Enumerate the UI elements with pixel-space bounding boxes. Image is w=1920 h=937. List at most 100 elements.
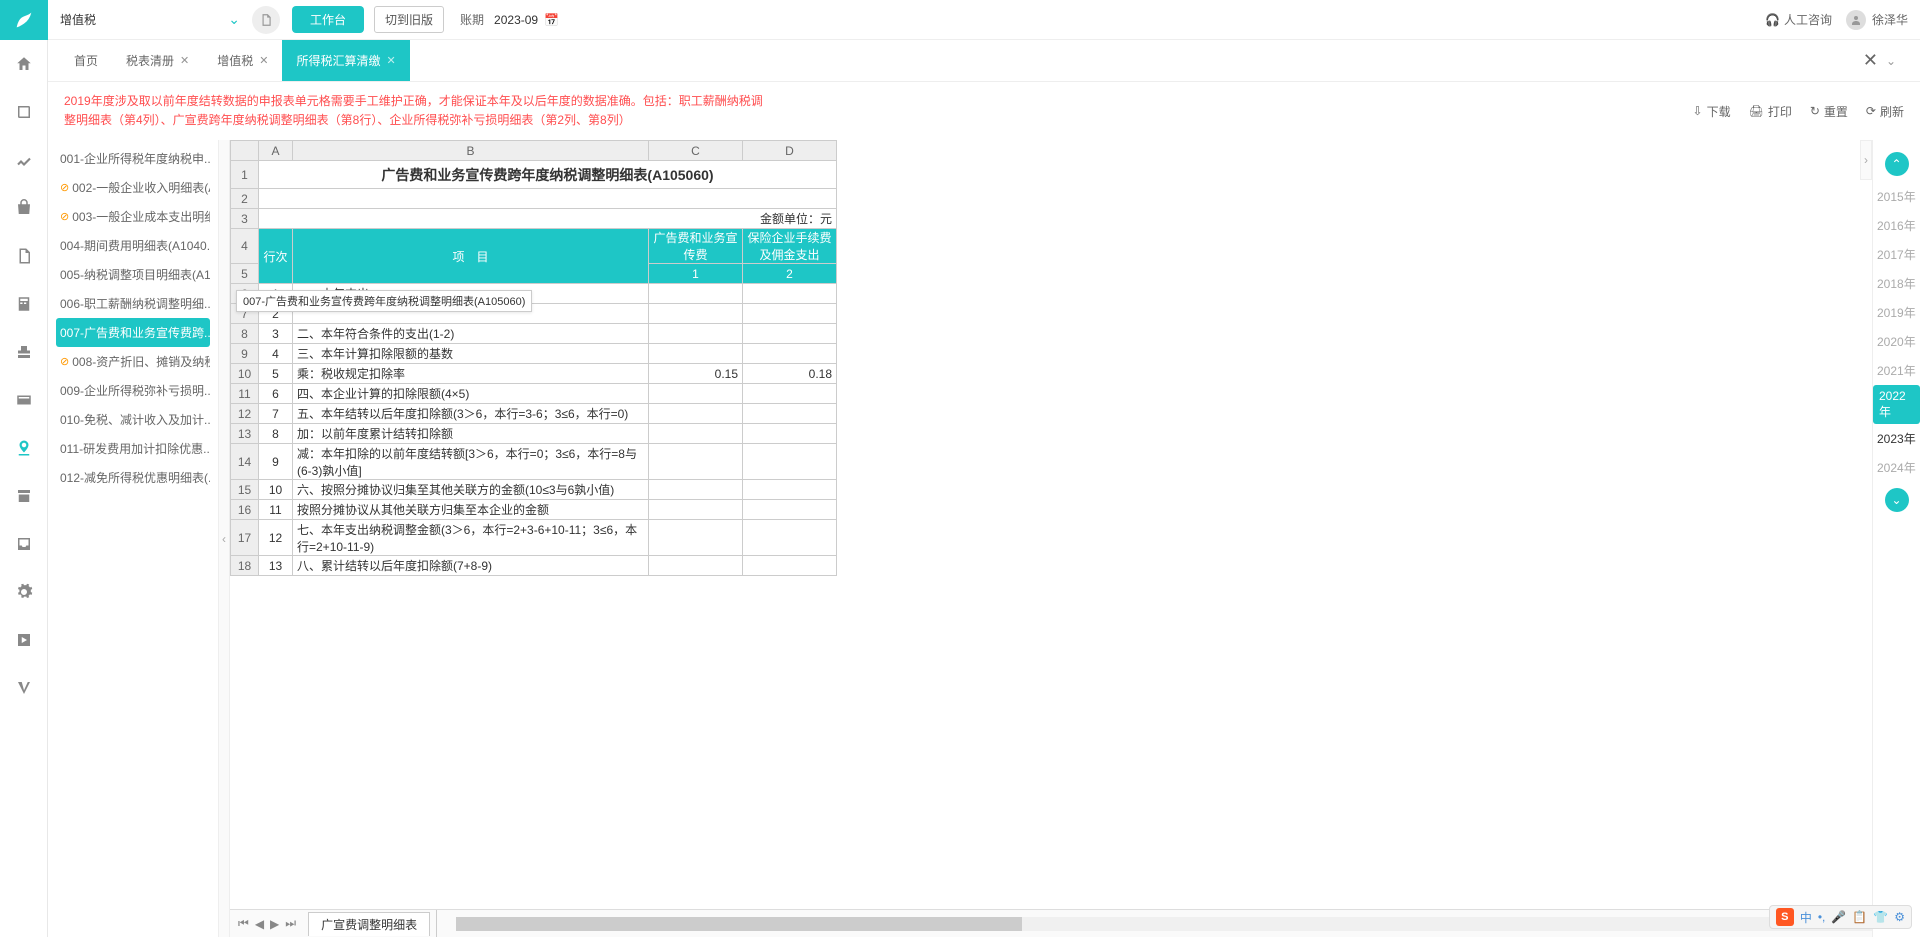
cell[interactable]: 3: [259, 324, 293, 344]
user-menu[interactable]: 徐泽华: [1846, 10, 1908, 30]
cell[interactable]: 0.18: [743, 364, 837, 384]
cell[interactable]: [649, 500, 743, 520]
row-header[interactable]: 1: [231, 161, 259, 189]
download-button[interactable]: ⇩下载: [1693, 103, 1731, 120]
more-tabs-icon[interactable]: ⌄: [1886, 54, 1896, 68]
ime-voice-icon[interactable]: 🎤: [1831, 910, 1846, 924]
ime-clipboard-icon[interactable]: 📋: [1852, 910, 1867, 924]
cell[interactable]: 5: [259, 364, 293, 384]
cell[interactable]: 二、本年符合条件的支出(1-2): [293, 324, 649, 344]
sheet-tab[interactable]: 广宣费调整明细表: [308, 912, 430, 936]
cell[interactable]: [649, 480, 743, 500]
page-tab[interactable]: 首页: [60, 40, 112, 81]
cell[interactable]: [743, 424, 837, 444]
year-item[interactable]: 2020年: [1873, 327, 1920, 356]
cell[interactable]: 10: [259, 480, 293, 500]
cell[interactable]: 4: [259, 344, 293, 364]
cell[interactable]: [649, 556, 743, 576]
report-list-item[interactable]: ⊘003-一般企业成本支出明细...: [56, 202, 210, 231]
row-header[interactable]: 14: [231, 444, 259, 480]
col-header-a[interactable]: A: [259, 141, 293, 161]
page-tab[interactable]: 所得税汇算清缴✕: [282, 40, 409, 81]
cell[interactable]: 六、按照分摊协议归集至其他关联方的金额(10≤3与6孰小值): [293, 480, 649, 500]
nav-bag-icon[interactable]: [0, 184, 48, 232]
nav-book-icon[interactable]: [0, 88, 48, 136]
row-header[interactable]: 2: [231, 189, 259, 209]
print-button[interactable]: 🖨打印: [1749, 103, 1792, 120]
year-down-button[interactable]: ⌄: [1885, 488, 1909, 512]
help-link[interactable]: 🎧 人工咨询: [1765, 11, 1832, 28]
cell[interactable]: [743, 404, 837, 424]
nav-play-icon[interactable]: [0, 616, 48, 664]
row-header[interactable]: 3: [231, 209, 259, 229]
year-item[interactable]: 2024年: [1873, 453, 1920, 482]
report-list-item[interactable]: 004-期间费用明细表(A1040...: [56, 231, 210, 260]
cell[interactable]: 0.15: [649, 364, 743, 384]
spreadsheet-grid[interactable]: A B C D 1 广告费和业务宣传费跨年度纳税调整明细表(A105060) 2: [230, 140, 837, 576]
row-header[interactable]: 9: [231, 344, 259, 364]
col-header-b[interactable]: B: [293, 141, 649, 161]
cell[interactable]: [649, 424, 743, 444]
nav-gear-icon[interactable]: [0, 568, 48, 616]
close-icon[interactable]: ✕: [180, 54, 189, 67]
nav-chart-icon[interactable]: [0, 136, 48, 184]
col-header-c[interactable]: C: [649, 141, 743, 161]
cell[interactable]: [743, 520, 837, 556]
ime-lang[interactable]: 中: [1800, 909, 1812, 926]
report-list-item[interactable]: ⊘008-资产折旧、摊销及纳税...: [56, 347, 210, 376]
company-selector[interactable]: 增值税 ⌄: [60, 11, 240, 28]
cell[interactable]: 三、本年计算扣除限额的基数: [293, 344, 649, 364]
ime-punct[interactable]: •,: [1818, 910, 1826, 924]
row-header[interactable]: 13: [231, 424, 259, 444]
cell[interactable]: 加：以前年度累计结转扣除额: [293, 424, 649, 444]
cell[interactable]: [649, 344, 743, 364]
cell[interactable]: [743, 304, 837, 324]
corner-cell[interactable]: [231, 141, 259, 161]
cell[interactable]: [649, 404, 743, 424]
row-header[interactable]: 17: [231, 520, 259, 556]
nav-tax-icon[interactable]: [0, 424, 48, 472]
cell[interactable]: [743, 444, 837, 480]
report-list-item[interactable]: 009-企业所得税弥补亏损明...: [56, 376, 210, 405]
report-list-item[interactable]: 006-职工薪酬纳税调整明细...: [56, 289, 210, 318]
expand-right-handle[interactable]: ›: [1860, 140, 1872, 180]
header-col-d-num[interactable]: 2: [743, 264, 837, 284]
cell[interactable]: 乘：税收规定扣除率: [293, 364, 649, 384]
cell[interactable]: 四、本企业计算的扣除限额(4×5): [293, 384, 649, 404]
header-rownum[interactable]: 行次: [259, 229, 293, 284]
app-logo[interactable]: [0, 0, 48, 40]
cell[interactable]: [743, 480, 837, 500]
page-tab[interactable]: 增值税✕: [203, 40, 282, 81]
cell[interactable]: [649, 284, 743, 304]
close-icon[interactable]: ✕: [259, 54, 268, 67]
row-header[interactable]: 10: [231, 364, 259, 384]
ime-settings-icon[interactable]: ⚙: [1894, 910, 1905, 924]
collapse-left-handle[interactable]: ‹: [218, 140, 230, 937]
page-tab[interactable]: 税表清册✕: [112, 40, 203, 81]
sheet-split-handle[interactable]: [436, 910, 446, 937]
nav-inbox-icon[interactable]: [0, 520, 48, 568]
cell[interactable]: 9: [259, 444, 293, 480]
year-item[interactable]: 2016年: [1873, 211, 1920, 240]
row-header[interactable]: 12: [231, 404, 259, 424]
row-header[interactable]: 18: [231, 556, 259, 576]
row-header[interactable]: 15: [231, 480, 259, 500]
report-list-item[interactable]: 010-免税、减计收入及加计...: [56, 405, 210, 434]
year-item[interactable]: 2021年: [1873, 356, 1920, 385]
nav-home-icon[interactable]: [0, 40, 48, 88]
horizontal-scrollbar[interactable]: [456, 917, 1872, 931]
cell[interactable]: [649, 384, 743, 404]
sheet-title[interactable]: 广告费和业务宣传费跨年度纳税调整明细表(A105060): [259, 161, 837, 189]
report-list-item[interactable]: 001-企业所得税年度纳税申...: [56, 144, 210, 173]
col-header-d[interactable]: D: [743, 141, 837, 161]
cell[interactable]: [649, 444, 743, 480]
nav-stamp-icon[interactable]: [0, 328, 48, 376]
cell[interactable]: 12: [259, 520, 293, 556]
report-list-item[interactable]: 012-减免所得税优惠明细表(...: [56, 463, 210, 492]
cell[interactable]: [649, 324, 743, 344]
nav-archive-icon[interactable]: [0, 472, 48, 520]
year-item[interactable]: 2023年: [1873, 424, 1920, 453]
sheet-nav-first[interactable]: ⏮: [238, 916, 249, 931]
cell[interactable]: 7: [259, 404, 293, 424]
cell[interactable]: 6: [259, 384, 293, 404]
